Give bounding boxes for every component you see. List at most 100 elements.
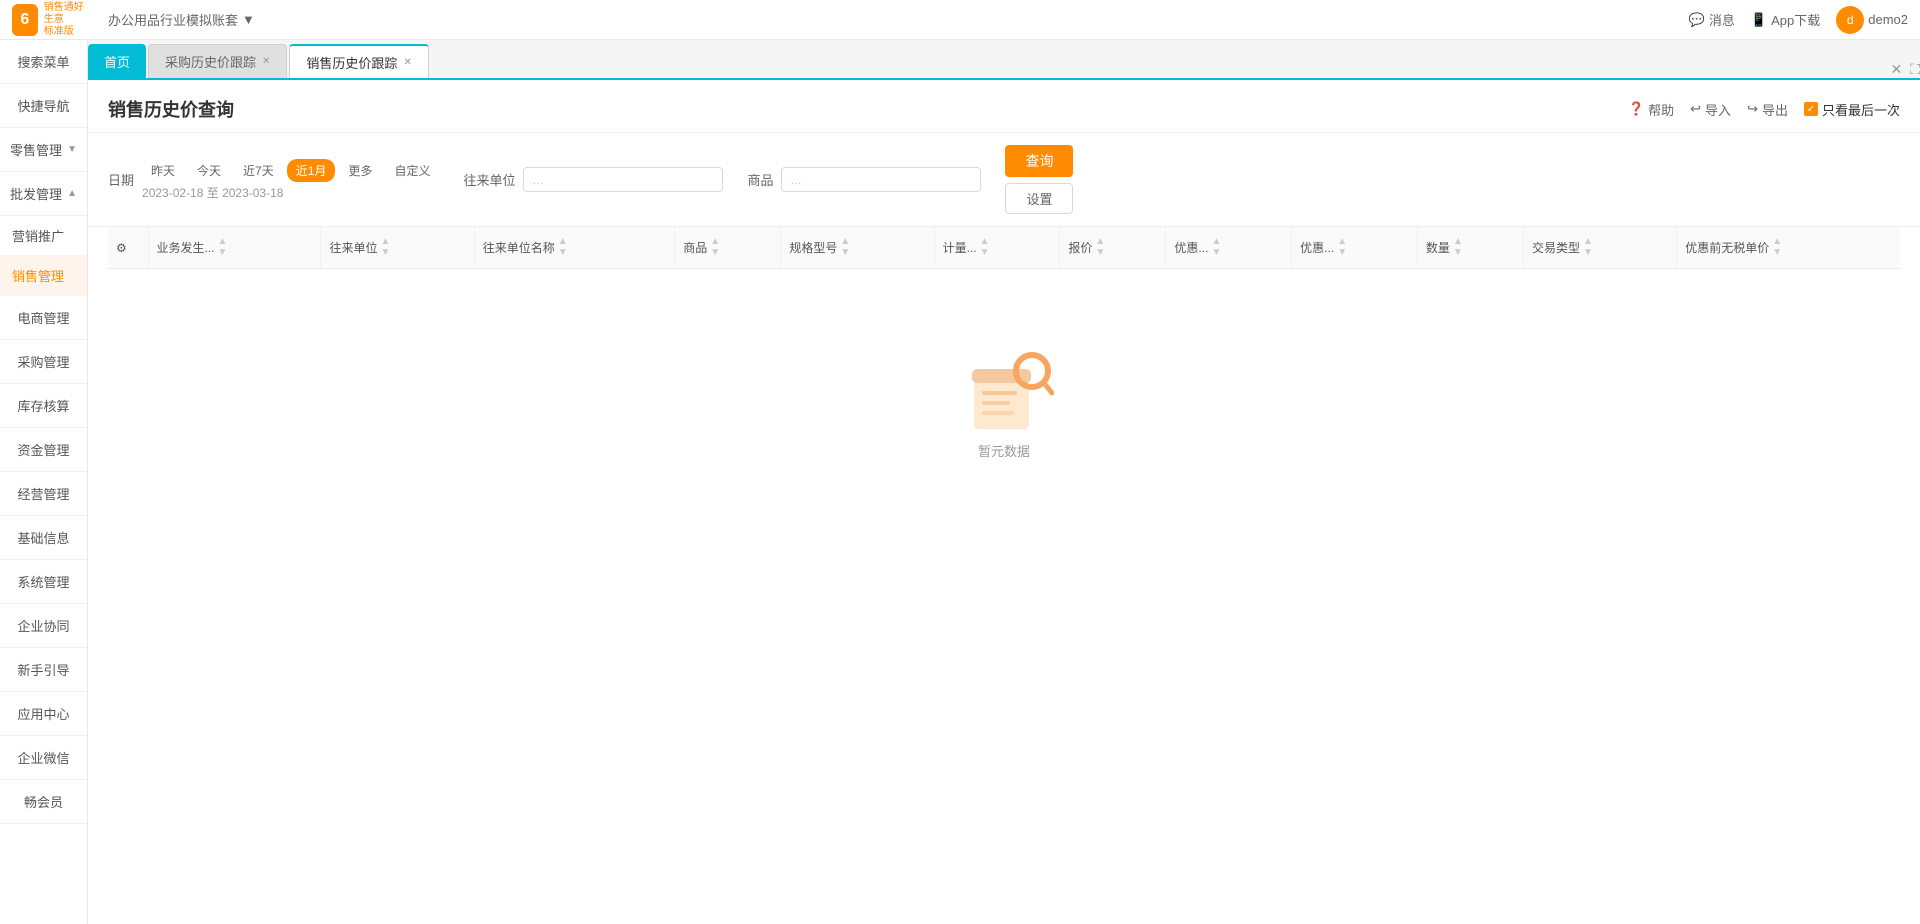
top-header: 6 销售通好生意 标准版 办公用品行业模拟账套 ▼ 💬 消息 📱 App下载 d… [0, 0, 1920, 40]
date-btn-custom[interactable]: 自定义 [385, 159, 439, 182]
th-biz-date[interactable]: 业务发生... ▲▼ [148, 227, 321, 269]
sidebar-item-basic-info[interactable]: 基础信息 [0, 516, 87, 560]
sidebar-item-system-mgmt[interactable]: 系统管理 [0, 560, 87, 604]
sidebar-item-enterprise-wechat[interactable]: 企业微信 [0, 736, 87, 780]
sidebar-item-sales-mgmt[interactable]: 销售管理 [0, 256, 87, 296]
download-icon: 📱 [1751, 12, 1767, 28]
goods-label: 商品 [747, 170, 773, 189]
th-gear: ⚙ [108, 227, 148, 269]
sort-icon: ▲▼ [218, 237, 228, 258]
sidebar-item-beginner-guide[interactable]: 新手引导 [0, 648, 87, 692]
th-spec[interactable]: 规格型号 ▲▼ [781, 227, 934, 269]
page-header: 销售历史价查询 ❓ 帮助 ↩ 导入 ↪ 导出 ✓ [88, 80, 1920, 133]
th-goods[interactable]: 商品 ▲▼ [675, 227, 781, 269]
export-icon: ↪ [1747, 101, 1758, 117]
messages-button[interactable]: 💬 消息 [1689, 10, 1735, 29]
sort-icon: ▲▼ [1337, 237, 1347, 258]
tab-purchase-history[interactable]: 采购历史价跟踪 ✕ [148, 44, 287, 78]
goods-filter-group: 商品 ... [747, 167, 981, 192]
sidebar-item-quick-nav[interactable]: 快捷导航 [0, 84, 87, 128]
empty-text: 暂元数据 [978, 441, 1030, 460]
th-unit[interactable]: 计量... ▲▼ [934, 227, 1060, 269]
sidebar-item-search-menu[interactable]: 搜索菜单 [0, 40, 87, 84]
table-container: ⚙ 业务发生... ▲▼ 往来单位 [88, 227, 1920, 924]
page-content: 销售历史价查询 ❓ 帮助 ↩ 导入 ↪ 导出 ✓ [88, 80, 1920, 924]
filter-bar: 日期 昨天 今天 近7天 近1月 更多 自定义 2023-02-18 至 202… [88, 133, 1920, 227]
date-btn-yesterday[interactable]: 昨天 [142, 159, 184, 182]
empty-image-svg [964, 349, 1054, 439]
maximize-window-icon[interactable]: ⛶ [1910, 61, 1920, 78]
date-btn-7days[interactable]: 近7天 [234, 159, 283, 182]
settings-icon[interactable]: ⚙ [116, 241, 127, 255]
date-btn-more[interactable]: 更多 [339, 159, 381, 182]
tab-home[interactable]: 首页 [88, 44, 146, 78]
sort-icon: ▲▼ [1583, 237, 1593, 258]
date-btn-today[interactable]: 今天 [188, 159, 230, 182]
logo-icon: 6 [12, 4, 38, 36]
user-avatar-area[interactable]: d demo2 [1836, 6, 1908, 34]
th-quote[interactable]: 报价 ▲▼ [1060, 227, 1166, 269]
partner-input[interactable]: ... [523, 167, 723, 192]
table-head: ⚙ 业务发生... ▲▼ 往来单位 [108, 227, 1900, 269]
tab-close-purchase-history[interactable]: ✕ [262, 56, 270, 67]
import-icon: ↩ [1690, 101, 1701, 117]
sidebar-item-members[interactable]: 畅会员 [0, 780, 87, 824]
tab-close-sales-history[interactable]: ✕ [403, 57, 411, 68]
sidebar-item-sales-promo[interactable]: 营销推广 [0, 216, 87, 256]
sidebar-item-retail-mgmt[interactable]: 零售管理 ▼ [0, 128, 87, 172]
th-trade-type[interactable]: 交易类型 ▲▼ [1524, 227, 1677, 269]
th-discount2[interactable]: 优惠... ▲▼ [1292, 227, 1418, 269]
th-partner-name[interactable]: 往来单位名称 ▲▼ [474, 227, 675, 269]
sidebar-item-operations-mgmt[interactable]: 经营管理 [0, 472, 87, 516]
sort-icon: ▲▼ [1211, 237, 1221, 258]
help-button[interactable]: ❓ 帮助 [1628, 100, 1674, 119]
date-label: 日期 [108, 170, 134, 189]
th-partner-id[interactable]: 往来单位 ▲▼ [321, 227, 474, 269]
workspace-selector[interactable]: 办公用品行业模拟账套 ▼ [100, 6, 263, 33]
settings-button[interactable]: 设置 [1005, 183, 1073, 214]
date-btn-1month[interactable]: 近1月 [287, 159, 336, 182]
th-qty[interactable]: 数量 ▲▼ [1417, 227, 1523, 269]
partner-label: 往来单位 [463, 170, 515, 189]
app-download-button[interactable]: 📱 App下载 [1751, 10, 1820, 29]
window-controls: ✕ ⛶ [1890, 61, 1920, 78]
header-right: 💬 消息 📱 App下载 d demo2 [1689, 6, 1908, 34]
partner-filter-group: 往来单位 ... [463, 167, 723, 192]
sidebar-item-wholesale-mgmt[interactable]: 批发管理 ▲ [0, 172, 87, 216]
sort-icon: ▲▼ [558, 237, 568, 258]
sidebar-item-app-center[interactable]: 应用中心 [0, 692, 87, 736]
export-button[interactable]: ↪ 导出 [1747, 100, 1788, 119]
th-pretax-price[interactable]: 优惠前无税单价 ▲▼ [1677, 227, 1900, 269]
chevron-down-icon: ▼ [67, 144, 77, 155]
logo-char: 6 [20, 11, 29, 29]
th-discount1[interactable]: 优惠... ▲▼ [1166, 227, 1292, 269]
date-filter-group: 日期 昨天 今天 近7天 近1月 更多 自定义 2023-02-18 至 202… [108, 159, 439, 201]
data-table: ⚙ 业务发生... ▲▼ 往来单位 [108, 227, 1900, 540]
empty-state-row: 暂元数据 [108, 269, 1900, 541]
tab-sales-history[interactable]: 销售历史价跟踪 ✕ [289, 44, 428, 78]
import-button[interactable]: ↩ 导入 [1690, 100, 1731, 119]
empty-state: 暂元数据 [108, 269, 1900, 540]
empty-state-cell: 暂元数据 [108, 269, 1900, 541]
empty-illustration [964, 349, 1044, 429]
date-options-area: 昨天 今天 近7天 近1月 更多 自定义 2023-02-18 至 2023-0… [142, 159, 439, 201]
sidebar-item-enterprise-collab[interactable]: 企业协同 [0, 604, 87, 648]
sort-icon: ▲▼ [840, 237, 850, 258]
query-button[interactable]: 查询 [1005, 145, 1073, 177]
only-last-checkbox-label[interactable]: ✓ 只看最后一次 [1804, 100, 1900, 119]
sidebar-item-finance-mgmt[interactable]: 资金管理 [0, 428, 87, 472]
table-header-row: ⚙ 业务发生... ▲▼ 往来单位 [108, 227, 1900, 269]
date-range-display: 2023-02-18 至 2023-03-18 [142, 184, 439, 201]
chevron-up-icon: ▲ [67, 188, 77, 199]
sidebar-item-purchase-mgmt[interactable]: 采购管理 [0, 340, 87, 384]
only-last-checkbox[interactable]: ✓ [1804, 102, 1818, 116]
goods-input[interactable]: ... [781, 167, 981, 192]
sort-icon: ▲▼ [710, 237, 720, 258]
page-header-actions: ❓ 帮助 ↩ 导入 ↪ 导出 ✓ 只看最后一次 [1628, 100, 1900, 119]
sort-icon: ▲▼ [1453, 237, 1463, 258]
table-body: 暂元数据 [108, 269, 1900, 541]
page-title: 销售历史价查询 [108, 96, 234, 122]
sidebar-item-inventory[interactable]: 库存核算 [0, 384, 87, 428]
sidebar-item-ecommerce-mgmt[interactable]: 电商管理 [0, 296, 87, 340]
close-window-icon[interactable]: ✕ [1890, 61, 1902, 78]
